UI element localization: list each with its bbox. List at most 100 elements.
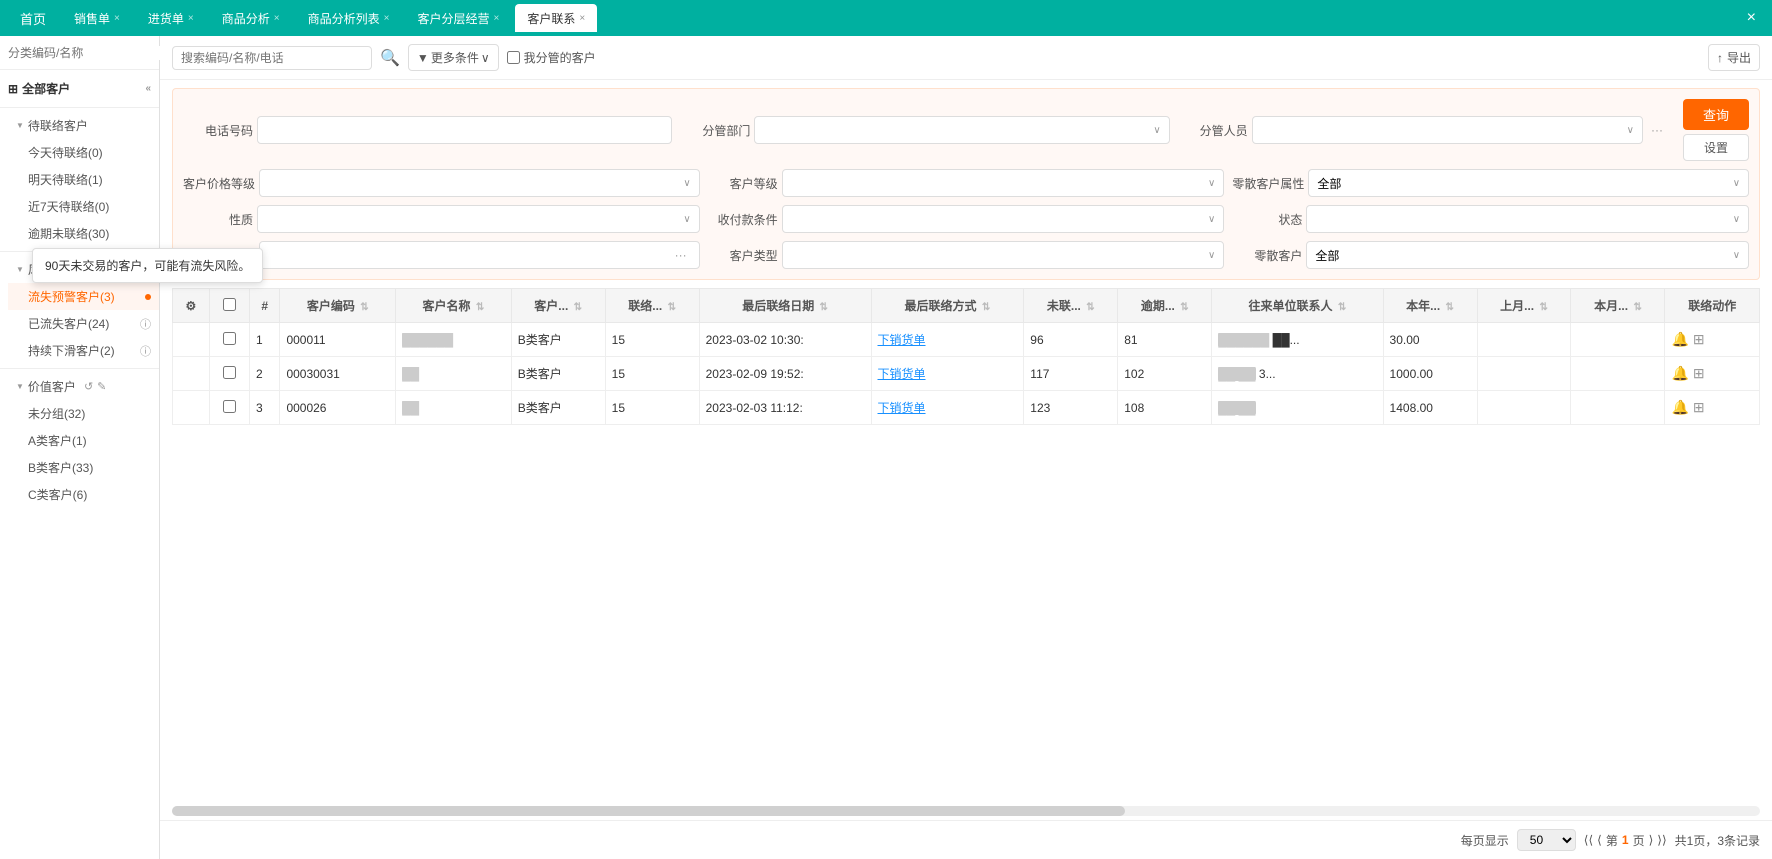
action-bell-icon2[interactable]: 🔔 bbox=[1671, 365, 1688, 382]
sidebar-item-tomorrow-pending[interactable]: 明天待联络(1) bbox=[8, 166, 159, 193]
dept-select[interactable]: ∨ bbox=[754, 116, 1169, 144]
type-col-header[interactable]: 客户... ⇅ bbox=[511, 289, 605, 323]
row1-no: 1 bbox=[249, 323, 279, 357]
close-tab-sales[interactable]: × bbox=[114, 13, 120, 24]
person-more-dots[interactable]: ··· bbox=[1647, 123, 1667, 137]
action-more-icon[interactable]: ⊞ bbox=[1693, 331, 1705, 348]
row3-date: 2023-02-03 11:12: bbox=[699, 391, 871, 425]
checkbox-col-header[interactable] bbox=[209, 289, 249, 323]
filter-row-2: 客户价格等级 ∨ 客户等级 ∨ 零散客户属性 全部 bbox=[183, 169, 1749, 197]
sidebar-item-week-pending[interactable]: 近7天待联络(0) bbox=[8, 193, 159, 220]
uncontacted-col-header[interactable]: 未联... ⇅ bbox=[1024, 289, 1118, 323]
nav-tab-customer-layer[interactable]: 客户分层经营 × bbox=[405, 4, 511, 32]
status-select[interactable]: ∨ bbox=[1306, 205, 1749, 233]
overdue-col-header[interactable]: 逾期... ⇅ bbox=[1118, 289, 1212, 323]
this-month-col-header[interactable]: 本月... ⇅ bbox=[1571, 289, 1665, 323]
main-search-input[interactable] bbox=[172, 46, 372, 70]
sidebar-item-c-class[interactable]: C类客户(6) bbox=[8, 481, 159, 508]
price-level-select[interactable]: ∨ bbox=[259, 169, 700, 197]
close-tab-customer-contact[interactable]: × bbox=[579, 13, 585, 24]
action-more-icon2[interactable]: ⊞ bbox=[1693, 365, 1705, 382]
sidebar-item-churned[interactable]: 已流失客户(24) ⓘ bbox=[8, 310, 159, 337]
first-page-btn[interactable]: ⟨⟨ bbox=[1584, 833, 1593, 847]
nature-select[interactable]: ∨ bbox=[257, 205, 700, 233]
region-dots[interactable]: ··· bbox=[671, 248, 691, 262]
table-row: 1 000011 ██████ B类客户 15 2023-03-02 10:30… bbox=[173, 323, 1760, 357]
row1-code: 000011 bbox=[280, 323, 396, 357]
main-search-button[interactable]: 🔍 bbox=[380, 48, 400, 68]
customer-type-select[interactable]: ∨ bbox=[782, 241, 1225, 269]
status-arrow: ∨ bbox=[1733, 214, 1740, 225]
export-button[interactable]: ↑ 导出 bbox=[1708, 44, 1760, 71]
close-tab-analysis-list[interactable]: × bbox=[384, 13, 390, 24]
close-tab-purchase[interactable]: × bbox=[188, 13, 194, 24]
last-month-col-header[interactable]: 上月... ⇅ bbox=[1477, 289, 1571, 323]
content-area: 🔍 ▼ 更多条件 ∨ 我分管的客户 ↑ 导出 电话号码 bbox=[160, 36, 1772, 859]
my-customers-checkbox[interactable]: 我分管的客户 bbox=[507, 49, 596, 66]
last-method-col-header[interactable]: 最后联络方式 ⇅ bbox=[871, 289, 1024, 323]
nav-tab-purchase[interactable]: 进货单 × bbox=[136, 4, 206, 32]
sidebar-item-a-class[interactable]: A类客户(1) bbox=[8, 427, 159, 454]
settings-button[interactable]: 设置 bbox=[1683, 134, 1749, 161]
row1-method[interactable]: 下销货单 bbox=[871, 323, 1024, 357]
nav-tab-sales[interactable]: 销售单 × bbox=[62, 4, 132, 32]
customer-level-select[interactable]: ∨ bbox=[782, 169, 1225, 197]
action-bell-icon3[interactable]: 🔔 bbox=[1671, 399, 1688, 416]
region-select[interactable]: ··· bbox=[259, 241, 700, 269]
sidebar-item-today-pending[interactable]: 今天待联络(0) bbox=[8, 139, 159, 166]
more-conditions-button[interactable]: ▼ 更多条件 ∨ bbox=[408, 44, 499, 71]
nav-home[interactable]: 首页 bbox=[8, 4, 58, 32]
phone-input[interactable] bbox=[257, 116, 672, 144]
action-more-icon3[interactable]: ⊞ bbox=[1693, 399, 1705, 416]
close-tab-analysis[interactable]: × bbox=[274, 13, 280, 24]
prev-page-btn[interactable]: ⟨ bbox=[1597, 833, 1602, 847]
last-page-btn[interactable]: ⟩⟩ bbox=[1657, 833, 1666, 847]
next-page-btn[interactable]: ⟩ bbox=[1649, 833, 1654, 847]
payment-select[interactable]: ∨ bbox=[782, 205, 1225, 233]
select-all-checkbox[interactable] bbox=[223, 298, 236, 311]
horizontal-scrollbar[interactable] bbox=[160, 802, 1772, 820]
person-select[interactable]: ∨ bbox=[1252, 116, 1643, 144]
all-customers-header[interactable]: ⊞ 全部客户 « bbox=[0, 74, 159, 103]
sort-icon-contact: ⇅ bbox=[668, 302, 676, 313]
zero-attr-select[interactable]: 全部 ∨ bbox=[1308, 169, 1749, 197]
sidebar-item-declining[interactable]: 持续下滑客户(2) ⓘ bbox=[8, 337, 159, 364]
sort-icon-method: ⇅ bbox=[982, 302, 990, 313]
close-tab-customer-layer[interactable]: × bbox=[493, 13, 499, 24]
row2-method[interactable]: 下销货单 bbox=[871, 357, 1024, 391]
nav-tab-customer-contact[interactable]: 客户联系 × bbox=[515, 4, 597, 32]
value-group-title[interactable]: ▼ 价值客户 ↺ ✎ bbox=[8, 373, 159, 400]
code-col-header[interactable]: 客户编码 ⇅ bbox=[280, 289, 396, 323]
nav-tab-analysis[interactable]: 商品分析 × bbox=[210, 4, 292, 32]
refresh-icon[interactable]: ↺ bbox=[84, 380, 93, 393]
close-all-button[interactable]: × bbox=[1739, 9, 1764, 27]
collapse-icon: « bbox=[145, 83, 151, 94]
page-size-select[interactable]: 50 100 bbox=[1517, 829, 1576, 851]
settings-col-header[interactable]: ⚙ bbox=[173, 289, 210, 323]
my-customers-check[interactable] bbox=[507, 51, 520, 64]
row3-checkbox[interactable] bbox=[209, 391, 249, 425]
scrollbar-thumb[interactable] bbox=[172, 806, 1125, 816]
this-year-col-header[interactable]: 本年... ⇅ bbox=[1383, 289, 1477, 323]
settings-icon[interactable]: ⚙ bbox=[186, 299, 197, 313]
row3-method[interactable]: 下销货单 bbox=[871, 391, 1024, 425]
sidebar-item-ungrouped[interactable]: 未分组(32) bbox=[8, 400, 159, 427]
sort-icon-name: ⇅ bbox=[476, 302, 484, 313]
company-contact-col-header[interactable]: 往来单位联系人 ⇅ bbox=[1212, 289, 1383, 323]
contact-col-header[interactable]: 联络... ⇅ bbox=[605, 289, 699, 323]
row1-checkbox[interactable] bbox=[209, 323, 249, 357]
last-date-col-header[interactable]: 最后联络日期 ⇅ bbox=[699, 289, 871, 323]
sidebar-search-input[interactable] bbox=[8, 46, 163, 60]
sidebar-item-overdue-pending[interactable]: 逾期未联络(30) bbox=[8, 220, 159, 247]
pending-group-title[interactable]: ▼ 待联络客户 bbox=[8, 112, 159, 139]
name-col-header[interactable]: 客户名称 ⇅ bbox=[396, 289, 512, 323]
query-button[interactable]: 查询 bbox=[1683, 99, 1749, 130]
zero-customer-select[interactable]: 全部 ∨ bbox=[1306, 241, 1749, 269]
data-table-area: ⚙ # 客户编码 ⇅ 客户名称 ⇅ 客户... ⇅ bbox=[160, 288, 1772, 802]
row2-checkbox[interactable] bbox=[209, 357, 249, 391]
action-bell-icon[interactable]: 🔔 bbox=[1671, 331, 1688, 348]
nav-tab-analysis-list[interactable]: 商品分析列表 × bbox=[296, 4, 402, 32]
edit-icon[interactable]: ✎ bbox=[97, 380, 106, 393]
sidebar-item-b-class[interactable]: B类客户(33) bbox=[8, 454, 159, 481]
sidebar-item-churn-warning[interactable]: 流失预警客户(3) bbox=[8, 283, 159, 310]
